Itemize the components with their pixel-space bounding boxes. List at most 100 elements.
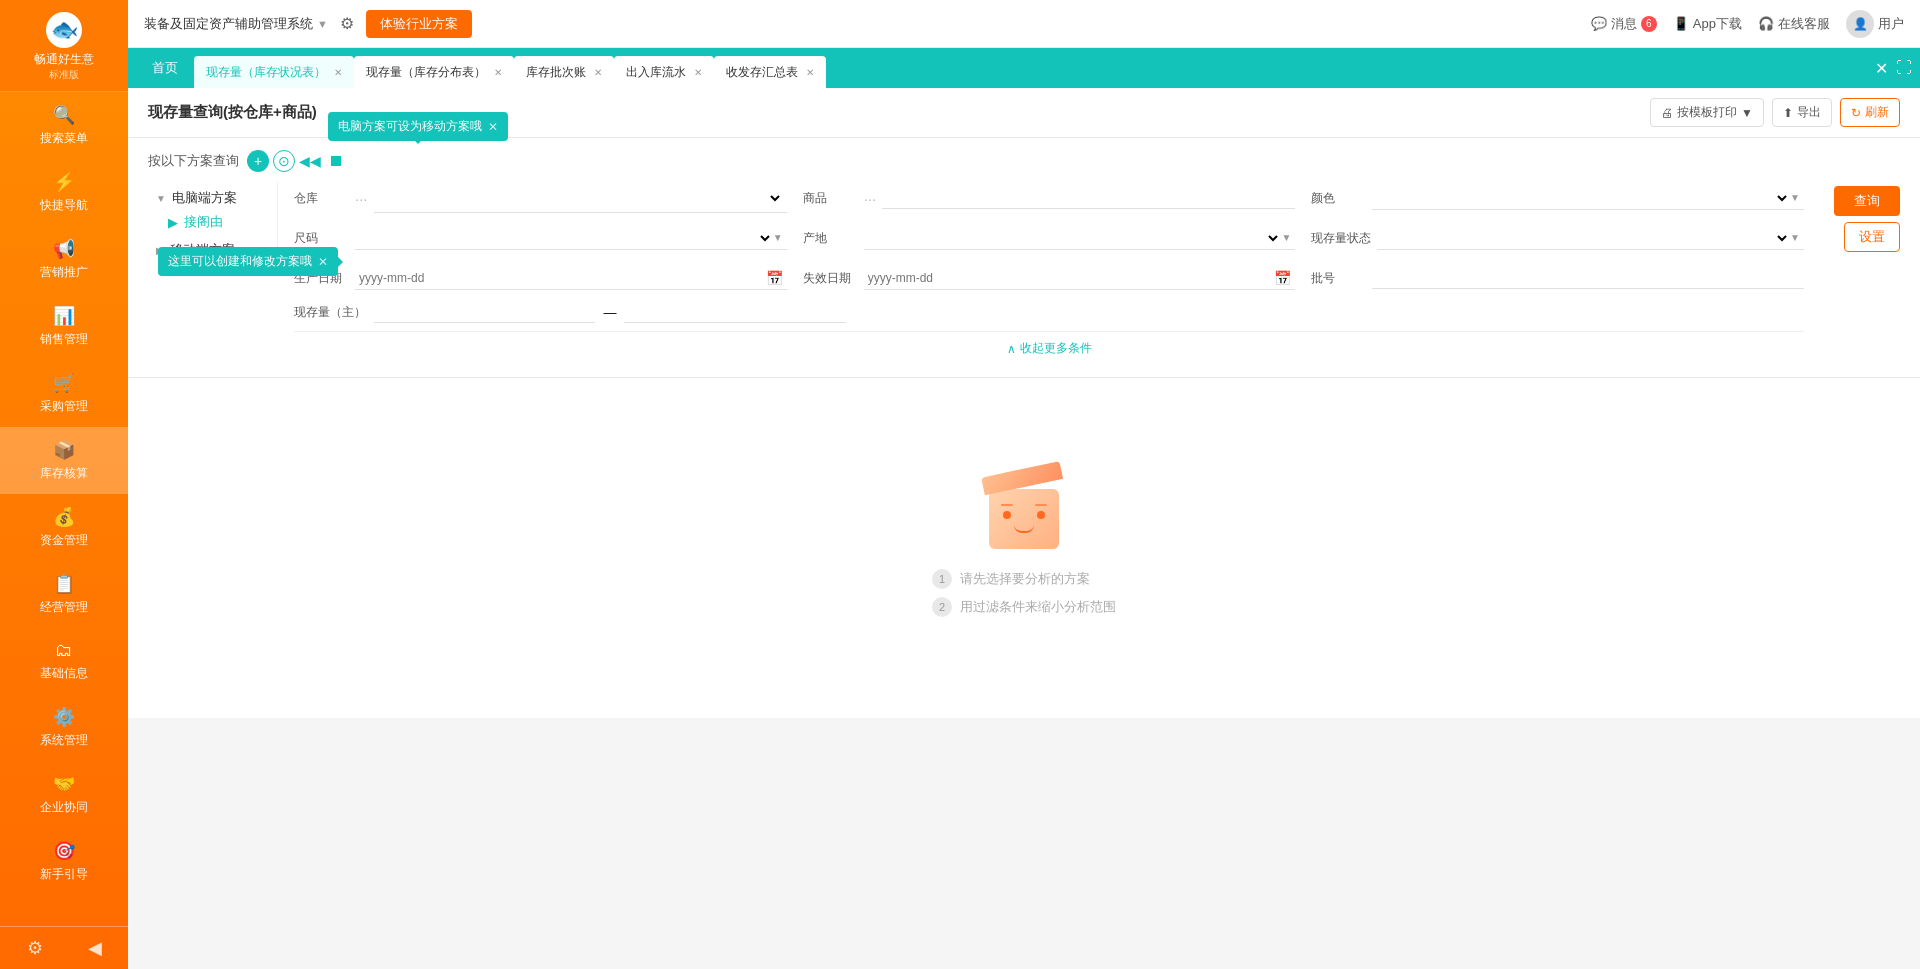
setting-btn[interactable]: 设置 — [1844, 222, 1900, 252]
filter-row-batch-no: 批号 — [1311, 262, 1804, 294]
warehouse-select[interactable] — [378, 187, 783, 209]
tooltip-edit-scheme: 这里可以创建和修改方案哦 ✕ — [158, 247, 338, 276]
expire-date-input[interactable] — [868, 271, 1275, 285]
settings-bottom-btn[interactable]: ⚙ — [27, 937, 43, 959]
finance-icon: 💰 — [53, 506, 75, 528]
empty-step-2: 2 用过滤条件来缩小分析范围 — [932, 597, 1116, 617]
produce-date-calendar-icon[interactable]: 📅 — [766, 270, 783, 286]
sidebar-item-quick[interactable]: ⚡ 快捷导航 — [0, 159, 128, 226]
goods-dots[interactable]: ··· — [864, 190, 877, 207]
tab-close-all-btn[interactable]: ✕ — [1875, 59, 1888, 78]
origin-select-wrap: ▼ — [864, 227, 1296, 250]
sidebar-item-search[interactable]: 🔍 搜索菜单 — [0, 92, 128, 159]
sidebar-item-finance[interactable]: 💰 资金管理 — [0, 494, 128, 561]
tooltip1-close-btn[interactable]: ✕ — [488, 120, 498, 134]
collapse-btn[interactable]: ∧ 收起更多条件 — [1007, 340, 1092, 357]
tab-bar-right: ✕ ⛶ — [1875, 59, 1912, 78]
app-name: 畅通好生意 标准版 — [34, 52, 94, 81]
export-btn[interactable]: ⬆ 导出 — [1772, 98, 1832, 127]
copy-scheme-btn[interactable]: ⊙ — [273, 150, 295, 172]
filter-row-color: 颜色 ▼ — [1311, 182, 1804, 214]
filter-row-goods: 商品 ··· — [803, 182, 1296, 214]
filter-area-inner: 电脑方案可设为移动方案哦 ✕ 按以下方案查询 + ⊙ ◀◀ — [148, 150, 1900, 365]
refresh-btn[interactable]: ↻ 刷新 — [1840, 98, 1900, 127]
tab-close-inout-flow[interactable]: ✕ — [694, 67, 702, 78]
header-settings-icon[interactable]: ⚙ — [340, 14, 354, 33]
sidebar-item-enterprise[interactable]: 🤝 企业协同 — [0, 761, 128, 828]
tab-inventory-dist[interactable]: 现存量（库存分布表） ✕ — [354, 56, 514, 88]
size-arrow: ▼ — [773, 232, 783, 243]
goods-input[interactable] — [882, 188, 1295, 209]
add-scheme-btn[interactable]: + — [247, 150, 269, 172]
filter-fields: 仓库 ··· 商品 ··· — [278, 182, 1820, 365]
sidebar-item-purchase[interactable]: 🛒 采购管理 — [0, 360, 128, 427]
empty-step-1: 1 请先选择要分析的方案 — [932, 569, 1090, 589]
print-icon: 🖨 — [1661, 106, 1673, 120]
scheme-pc-group[interactable]: ▼ 电脑端方案 — [148, 186, 265, 210]
sidebar-item-operations[interactable]: 📋 经营管理 — [0, 561, 128, 628]
quick-icon: ⚡ — [53, 171, 75, 193]
filter-row-origin: 产地 ▼ — [803, 222, 1296, 254]
expire-date-label: 失效日期 — [803, 270, 858, 287]
tab-inout-flow[interactable]: 出入库流水 ✕ — [614, 56, 714, 88]
tab-inventory-status[interactable]: 现存量（库存状况表） ✕ — [194, 56, 354, 88]
messages-btn[interactable]: 💬 消息 6 — [1591, 15, 1657, 33]
filter-row-stock-main: 现存量（主） — — [294, 302, 1804, 323]
step-2-text: 用过滤条件来缩小分析范围 — [960, 598, 1116, 616]
headset-icon: 🎧 — [1758, 16, 1774, 31]
origin-select[interactable] — [868, 230, 1282, 246]
enterprise-icon: 🤝 — [53, 773, 75, 795]
sidebar-item-sales[interactable]: 📊 销售管理 — [0, 293, 128, 360]
online-support-btn[interactable]: 🎧 在线客服 — [1758, 15, 1830, 33]
stock-status-select-wrap: ▼ — [1377, 227, 1804, 250]
tab-close-inventory-dist[interactable]: ✕ — [494, 67, 502, 78]
step-1-text: 请先选择要分析的方案 — [960, 570, 1090, 588]
sidebar-item-basic[interactable]: 🗂 基础信息 — [0, 628, 128, 694]
empty-illustration — [974, 459, 1074, 549]
sidebar-item-system[interactable]: ⚙️ 系统管理 — [0, 694, 128, 761]
filter-header: 按以下方案查询 + ⊙ ◀◀ — [148, 150, 1900, 172]
filter-row-size: 尺码 ▼ — [294, 222, 787, 254]
warehouse-dots[interactable]: ··· — [355, 190, 368, 207]
filter-row-warehouse: 仓库 ··· — [294, 182, 787, 214]
tooltip2-close-btn[interactable]: ✕ — [318, 255, 328, 269]
tab-fullscreen-btn[interactable]: ⛶ — [1896, 59, 1912, 77]
stock-main-from[interactable] — [374, 302, 595, 323]
tab-close-collect-summary[interactable]: ✕ — [806, 67, 814, 78]
color-select[interactable] — [1376, 190, 1790, 206]
app-logo-icon: 🐟 — [46, 12, 82, 48]
template-print-btn[interactable]: 🖨 按模板打印 ▼ — [1650, 98, 1764, 127]
experience-btn[interactable]: 体验行业方案 — [366, 10, 472, 38]
stock-main-to[interactable] — [624, 302, 845, 323]
produce-date-input[interactable] — [359, 271, 766, 285]
tab-batch-account[interactable]: 库存批次账 ✕ — [514, 56, 614, 88]
system-name: 装备及固定资产辅助管理系统 ▼ — [144, 15, 328, 33]
expire-date-calendar-icon[interactable]: 📅 — [1274, 270, 1291, 286]
scheme-pc-children: ▶ 接阁由 — [148, 210, 265, 234]
top-header: 装备及固定资产辅助管理系统 ▼ ⚙ 体验行业方案 💬 消息 6 📱 App下载 … — [128, 0, 1920, 48]
stock-status-select[interactable] — [1381, 230, 1790, 246]
scheme-pc-child-1[interactable]: ▶ 接阁由 — [168, 210, 265, 234]
color-select-wrap: ▼ — [1372, 187, 1804, 210]
back-btn[interactable]: ◀◀ — [299, 150, 321, 172]
sidebar-item-inventory[interactable]: 📦 库存核算 — [0, 427, 128, 494]
refresh-icon: ↻ — [1851, 106, 1861, 120]
collapse-sidebar-btn[interactable]: ◀ — [88, 937, 102, 959]
app-download-btn[interactable]: 📱 App下载 — [1673, 15, 1742, 33]
sidebar-item-marketing[interactable]: 📢 营销推广 — [0, 226, 128, 293]
print-dropdown-arrow: ▼ — [1741, 106, 1753, 120]
scheme-pc-toggle: ▼ — [156, 193, 166, 204]
search-btn[interactable]: 查询 — [1834, 186, 1900, 216]
stock-main-range: — — [374, 302, 846, 323]
phone-icon: 📱 — [1673, 16, 1689, 31]
tab-home[interactable]: 首页 — [136, 48, 194, 88]
sidebar-logo: 🐟 畅通好生意 标准版 — [0, 0, 128, 92]
tab-collect-summary[interactable]: 收发存汇总表 ✕ — [714, 56, 826, 88]
user-area[interactable]: 👤 用户 — [1846, 10, 1904, 38]
size-select[interactable] — [359, 230, 773, 246]
system-dropdown-arrow[interactable]: ▼ — [317, 18, 328, 30]
tab-close-inventory-status[interactable]: ✕ — [334, 67, 342, 78]
tab-close-batch-account[interactable]: ✕ — [594, 67, 602, 78]
batch-no-input[interactable] — [1372, 268, 1804, 289]
sidebar-item-guide[interactable]: 🎯 新手引导 — [0, 828, 128, 895]
